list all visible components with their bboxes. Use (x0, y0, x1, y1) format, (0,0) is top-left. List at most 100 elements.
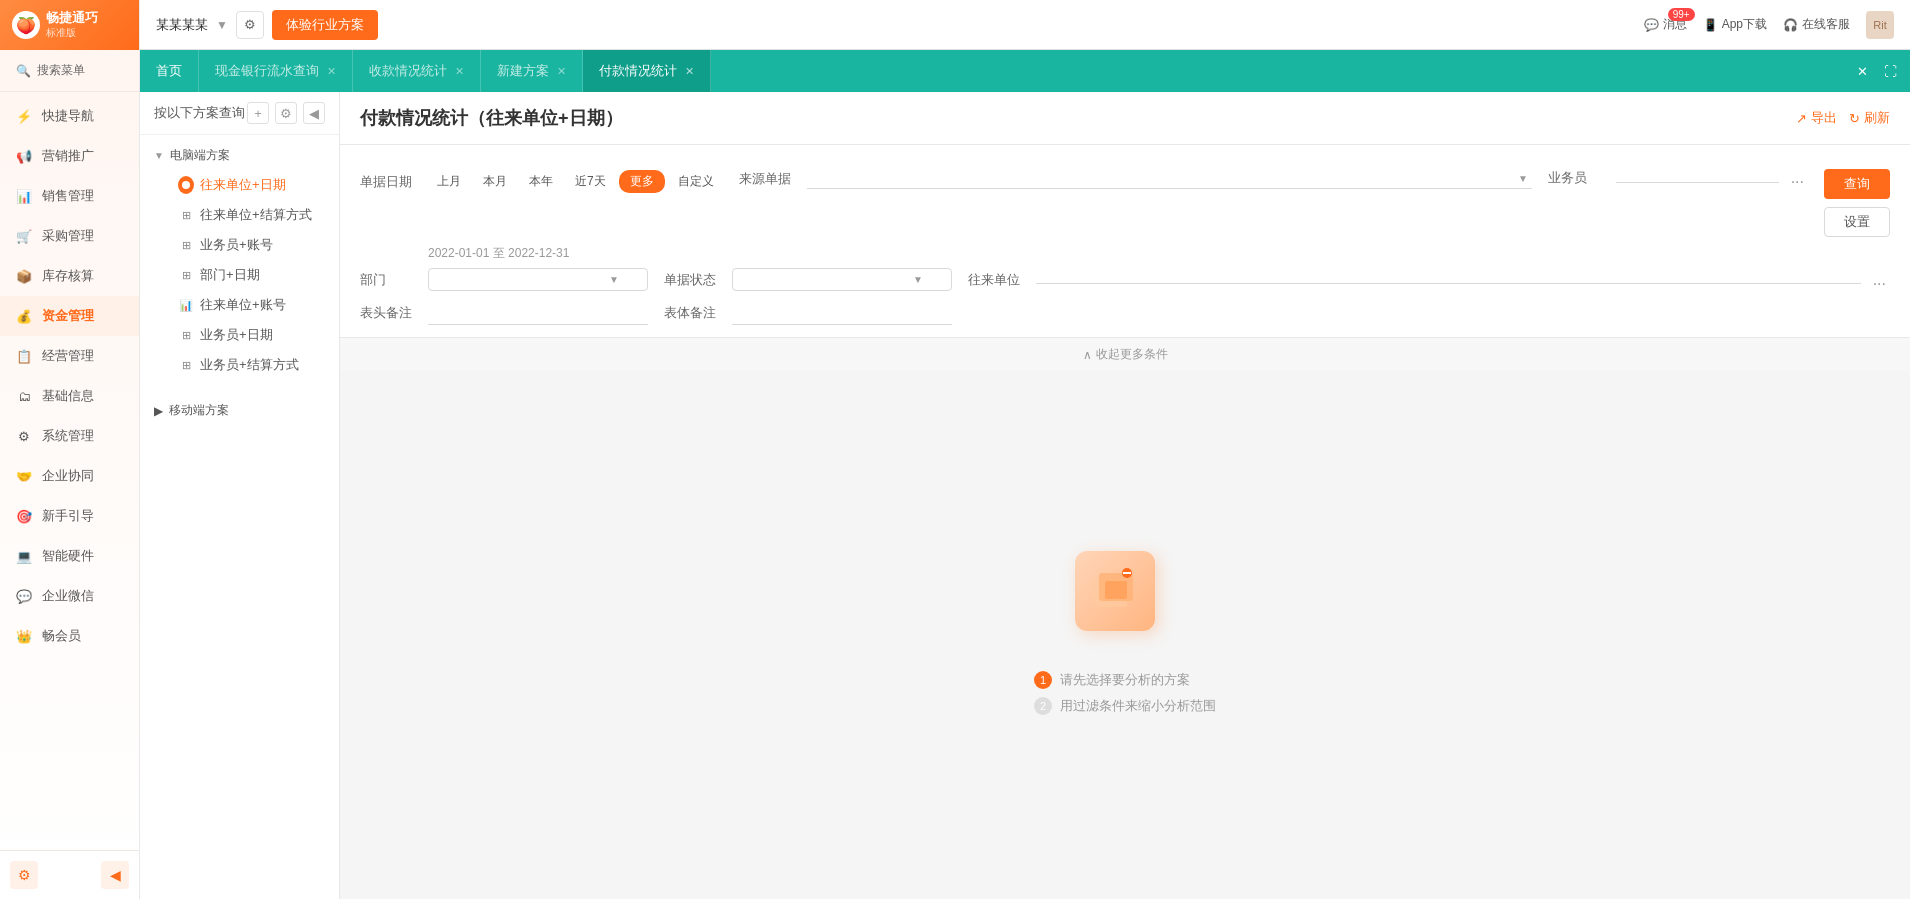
dept-select[interactable]: ▼ (428, 268, 648, 291)
add-scheme-btn[interactable]: + (247, 102, 269, 124)
tabs-close-all-btn[interactable]: ✕ (1850, 59, 1874, 83)
scheme-grid-icon-5: ⊞ (178, 357, 194, 373)
content-wrapper: 按以下方案查询 + ⚙ ◀ ▼ 电脑端方案 (140, 92, 1910, 899)
header-note-input[interactable] (428, 301, 648, 325)
logo-text-wrap: 畅捷通巧 标准版 (46, 10, 98, 40)
scheme-item-counterpart-settle[interactable]: ⊞ 往来单位+结算方式 (170, 200, 325, 230)
filter-settings-btn[interactable]: 设置 (1824, 207, 1890, 237)
tab-new-scheme-close[interactable]: ✕ (557, 65, 566, 78)
counterpart-label: 往来单位 (968, 271, 1028, 289)
scheme-active-icon (178, 177, 194, 193)
tab-bank[interactable]: 现金银行流水查询 ✕ (199, 50, 353, 92)
sidebar-item-purchase[interactable]: 🛒 采购管理 (0, 216, 139, 256)
empty-tips-list: 1 请先选择要分析的方案 2 用过滤条件来缩小分析范围 (1034, 667, 1216, 719)
sidebar-item-quicknav[interactable]: ⚡ 快捷导航 (0, 96, 139, 136)
date-btn-7days[interactable]: 近7天 (566, 169, 615, 194)
sidebar-nav: ⚡ 快捷导航 📢 营销推广 📊 销售管理 🛒 采购管理 📦 库存核算 💰 资金管… (0, 92, 139, 850)
topbar-settings-btn[interactable]: ⚙ (236, 11, 264, 39)
tab-bank-close[interactable]: ✕ (327, 65, 336, 78)
sidebar-item-marketing[interactable]: 📢 营销推广 (0, 136, 139, 176)
tip-2-text: 用过滤条件来缩小分析范围 (1060, 693, 1216, 719)
tab-payment[interactable]: 付款情况统计 ✕ (583, 50, 711, 92)
sidebar-item-guide[interactable]: 🎯 新手引导 (0, 496, 139, 536)
sidebar-item-sales[interactable]: 📊 销售管理 (0, 176, 139, 216)
left-panel-title: 按以下方案查询 (154, 104, 245, 122)
search-menu-btn[interactable]: 🔍 搜索菜单 (10, 58, 129, 83)
collapse-conditions-btn[interactable]: ∧ 收起更多条件 (1083, 346, 1168, 363)
scheme-salesman-settle-label: 业务员+结算方式 (200, 356, 299, 374)
company-name: 某某某某 (156, 16, 208, 34)
tab-new-scheme[interactable]: 新建方案 ✕ (481, 50, 583, 92)
counterpart-more-btn[interactable]: ... (1869, 271, 1890, 289)
scheme-item-salesman-settle[interactable]: ⊞ 业务员+结算方式 (170, 350, 325, 380)
tab-home[interactable]: 首页 (140, 50, 199, 92)
tabs-expand-btn[interactable]: ⛶ (1878, 59, 1902, 83)
query-button[interactable]: 查询 (1824, 169, 1890, 199)
scheme-counterpart-date-label: 往来单位+日期 (200, 176, 286, 194)
refresh-btn[interactable]: ↻ 刷新 (1849, 109, 1890, 127)
trial-btn[interactable]: 体验行业方案 (272, 10, 378, 40)
inventory-icon: 📦 (14, 266, 34, 286)
mobile-group-label: 移动端方案 (169, 402, 229, 419)
sidebar-item-wechat[interactable]: 💬 企业微信 (0, 576, 139, 616)
date-btn-custom[interactable]: 自定义 (669, 169, 723, 194)
inventory-label: 库存核算 (42, 267, 94, 285)
panel-collapse-btn[interactable]: ◀ (303, 102, 325, 124)
tip-num-2: 2 (1034, 697, 1052, 715)
sidebar-item-basic[interactable]: 🗂 基础信息 (0, 376, 139, 416)
quicknav-label: 快捷导航 (42, 107, 94, 125)
salesman-input[interactable] (1616, 174, 1779, 183)
tab-receipt[interactable]: 收款情况统计 ✕ (353, 50, 481, 92)
company-dropdown-arrow[interactable]: ▼ (216, 18, 228, 32)
message-badge: 99+ (1668, 8, 1695, 21)
mobile-group-title[interactable]: ▶ 移动端方案 (154, 398, 325, 423)
sidebar-item-operations[interactable]: 📋 经营管理 (0, 336, 139, 376)
tab-receipt-close[interactable]: ✕ (455, 65, 464, 78)
empty-state: 1 请先选择要分析的方案 2 用过滤条件来缩小分析范围 (340, 371, 1910, 899)
source-select[interactable]: ▼ (807, 169, 1532, 189)
footer-collapse-btn[interactable]: ◀ (101, 861, 129, 889)
scheme-item-salesman-account[interactable]: ⊞ 业务员+账号 (170, 230, 325, 260)
user-avatar[interactable]: Rit (1866, 11, 1894, 39)
sidebar-item-hardware[interactable]: 💻 智能硬件 (0, 536, 139, 576)
scheme-item-dept-date[interactable]: ⊞ 部门+日期 (170, 260, 325, 290)
scheme-grid-icon-4: ⊞ (178, 327, 194, 343)
body-note-input[interactable] (732, 301, 952, 325)
date-btn-last-month[interactable]: 上月 (428, 169, 470, 194)
tip-num-1: 1 (1034, 671, 1052, 689)
salesman-more-btn[interactable]: ... (1787, 169, 1808, 187)
export-label: 导出 (1811, 109, 1837, 127)
online-service-btn[interactable]: 🎧 在线客服 (1783, 16, 1850, 33)
source-label: 来源单据 (739, 170, 799, 188)
tab-new-scheme-label: 新建方案 (497, 62, 549, 80)
message-btn[interactable]: 💬 消息 99+ (1644, 16, 1687, 33)
counterpart-input[interactable] (1036, 275, 1861, 284)
scheme-item-counterpart-date[interactable]: 往来单位+日期 (170, 170, 325, 200)
tabs-actions: ✕ ⛶ (1842, 50, 1910, 92)
sidebar-item-system[interactable]: ⚙ 系统管理 (0, 416, 139, 456)
scheme-item-counterpart-account[interactable]: 📊 往来单位+账号 (170, 290, 325, 320)
sidebar-item-member[interactable]: 👑 畅会员 (0, 616, 139, 656)
export-btn[interactable]: ↗ 导出 (1796, 109, 1837, 127)
tab-payment-close[interactable]: ✕ (685, 65, 694, 78)
sidebar-item-capital[interactable]: 💰 资金管理 (0, 296, 139, 336)
filter-action-buttons: 查询 设置 (1824, 169, 1890, 237)
scheme-item-salesman-date[interactable]: ⊞ 业务员+日期 (170, 320, 325, 350)
app-download-btn[interactable]: 📱 App下载 (1703, 16, 1767, 33)
member-icon: 👑 (14, 626, 34, 646)
hardware-icon: 💻 (14, 546, 34, 566)
date-btn-this-month[interactable]: 本月 (474, 169, 516, 194)
doc-status-select[interactable]: ▼ (732, 268, 952, 291)
sidebar-item-inventory[interactable]: 📦 库存核算 (0, 256, 139, 296)
scheme-grid-icon-2: ⊞ (178, 237, 194, 253)
page-title: 付款情况统计（往来单位+日期） (360, 106, 623, 130)
date-btn-this-year[interactable]: 本年 (520, 169, 562, 194)
dept-filter-group: 部门 ▼ (360, 268, 648, 291)
footer-settings-btn[interactable]: ⚙ (10, 861, 38, 889)
sidebar-item-enterprise[interactable]: 🤝 企业协同 (0, 456, 139, 496)
capital-icon: 💰 (14, 306, 34, 326)
date-btn-more[interactable]: 更多 (619, 170, 665, 193)
pc-group-title[interactable]: ▼ 电脑端方案 (154, 143, 325, 168)
refresh-icon: ↻ (1849, 111, 1860, 126)
scheme-settings-btn[interactable]: ⚙ (275, 102, 297, 124)
